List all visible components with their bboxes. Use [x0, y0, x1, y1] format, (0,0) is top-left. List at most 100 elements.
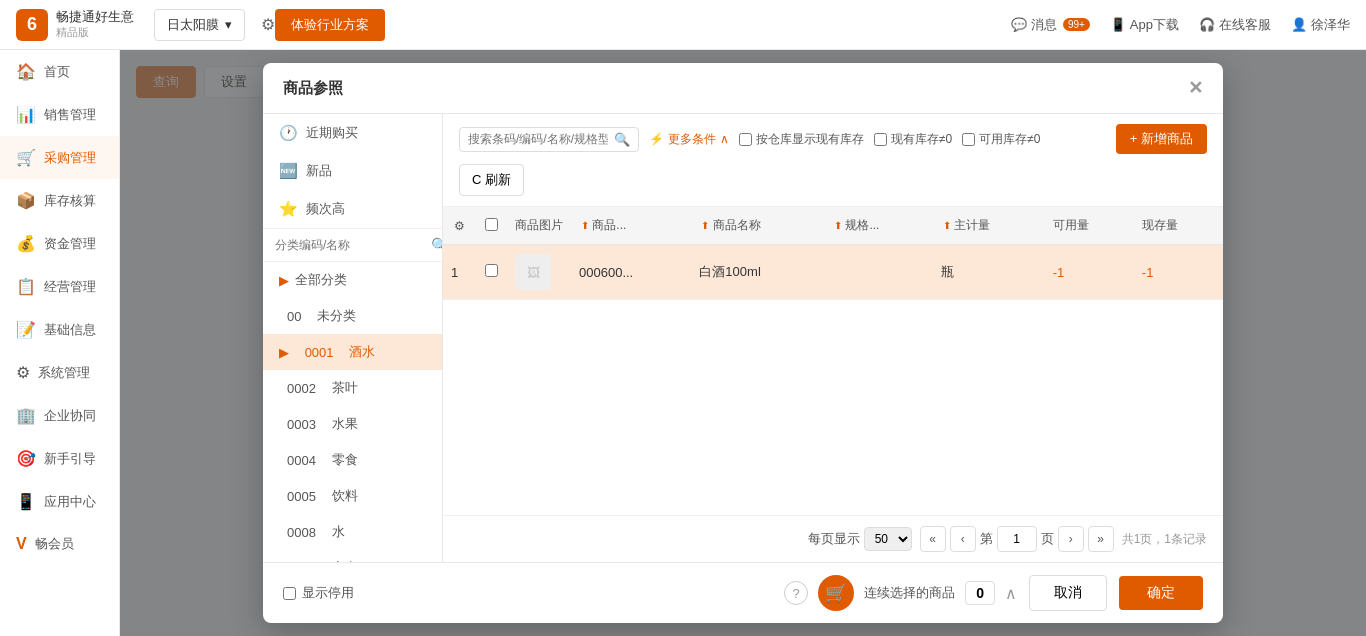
check-warehouse-stock[interactable]: 按仓库显示现有库存 [739, 131, 864, 148]
th-spec: ⬆ 规格... [824, 207, 933, 245]
cat-item-0[interactable]: 00 未分类 [263, 298, 442, 334]
cat-search-input[interactable] [275, 238, 425, 252]
customer-service-nav-item[interactable]: 🎧 在线客服 [1199, 16, 1271, 34]
chevron-up-icon: ∧ [720, 132, 729, 146]
search-box: 🔍 [459, 127, 639, 152]
message-badge: 99+ [1063, 18, 1090, 31]
member-icon: V [16, 535, 27, 553]
th-check [475, 207, 507, 245]
sidebar-item-member[interactable]: V 畅会员 [0, 523, 119, 565]
page-first-btn[interactable]: « [920, 526, 946, 552]
page-prev-btn[interactable]: ‹ [950, 526, 976, 552]
row-check[interactable] [475, 245, 507, 300]
purchase-icon: 🛒 [16, 148, 36, 167]
row-spec [824, 245, 933, 300]
th-unit: ⬆ 主计量 [933, 207, 1045, 245]
sidebar-item-sales[interactable]: 📊 销售管理 [0, 93, 119, 136]
collapse-icon[interactable]: ∧ [1005, 584, 1017, 603]
filter-icon: ⚡ [649, 132, 664, 146]
row-name: 白酒100ml [691, 245, 824, 300]
row-image: 🖼 [507, 245, 571, 300]
cat-item-1[interactable]: ▶ 0001 酒水 [263, 334, 442, 370]
help-icon[interactable]: ? [784, 581, 808, 605]
message-nav-item[interactable]: 💬 消息 99+ [1011, 16, 1090, 34]
th-image: 商品图片 [507, 207, 571, 245]
show-disabled-checkbox[interactable] [283, 587, 296, 600]
page-info: 共1页，1条记录 [1122, 531, 1207, 548]
sidebar-item-guide[interactable]: 🎯 新手引导 [0, 437, 119, 480]
chevron-down-icon: ▾ [225, 17, 232, 32]
table-row[interactable]: 1 🖼 000600... [443, 245, 1223, 300]
product-thumbnail: 🖼 [515, 254, 551, 290]
cat-item-7[interactable]: 0010 家电 [263, 550, 442, 562]
sidebar-item-purchase[interactable]: 🛒 采购管理 [0, 136, 119, 179]
th-settings: ⚙ [443, 207, 475, 245]
page-nav: « ‹ 第 页 › » [920, 526, 1114, 552]
category-panel: 🕐 近期购买 🆕 新品 ⭐ 频次高 [263, 114, 443, 562]
enterprise-icon: 🏢 [16, 406, 36, 425]
main-layout: 🏠 首页 📊 销售管理 🛒 采购管理 📦 库存核算 💰 资金管理 📋 经营管理 … [0, 50, 1366, 636]
page-next-btn[interactable]: › [1058, 526, 1084, 552]
row-num: 1 [443, 245, 475, 300]
cancel-button[interactable]: 取消 [1029, 575, 1107, 611]
sidebar-item-enterprise[interactable]: 🏢 企业协同 [0, 394, 119, 437]
app-center-icon: 📱 [16, 492, 36, 511]
nav-dropdown[interactable]: 日太阳膜 ▾ [154, 9, 245, 41]
sidebar-item-inventory[interactable]: 📦 库存核算 [0, 179, 119, 222]
sidebar-item-system[interactable]: ⚙ 系统管理 [0, 351, 119, 394]
sidebar-item-home[interactable]: 🏠 首页 [0, 50, 119, 93]
row-checkbox[interactable] [485, 264, 498, 277]
check-available-stock[interactable]: 可用库存≠0 [962, 131, 1040, 148]
mobile-icon: 📱 [1110, 17, 1126, 32]
app-download-nav-item[interactable]: 📱 App下载 [1110, 16, 1179, 34]
modal-footer: 显示停用 ? 🛒 连续选择的商品 0 ∧ 取消 确定 [263, 562, 1223, 623]
sidebar-item-basic-info[interactable]: 📝 基础信息 [0, 308, 119, 351]
cart-icon: 🛒 [825, 582, 847, 604]
cat-search-icon[interactable]: 🔍 [431, 237, 443, 253]
refresh-button[interactable]: C 刷新 [459, 164, 524, 196]
sidebar-item-finance[interactable]: 💰 资金管理 [0, 222, 119, 265]
sales-icon: 📊 [16, 105, 36, 124]
settings-icon[interactable]: ⚙ [454, 219, 465, 233]
guide-icon: 🎯 [16, 449, 36, 468]
check-current-stock[interactable]: 现有库存≠0 [874, 131, 952, 148]
experience-button[interactable]: 体验行业方案 [275, 9, 385, 41]
more-conditions-btn[interactable]: ⚡ 更多条件 ∧ [649, 131, 729, 148]
cart-button[interactable]: 🛒 [818, 575, 854, 611]
cat-item-6[interactable]: 0008 水 [263, 514, 442, 550]
search-icon[interactable]: 🔍 [614, 132, 630, 147]
cat-freq-btn[interactable]: ⭐ 频次高 [263, 190, 442, 228]
show-disabled-check[interactable]: 显示停用 [283, 584, 354, 602]
logo-name: 畅捷通好生意 [56, 9, 134, 26]
current-stock-checkbox[interactable] [874, 133, 887, 146]
cat-item-5[interactable]: 0005 饮料 [263, 478, 442, 514]
sidebar-item-label: 经营管理 [44, 278, 96, 296]
page-last-btn[interactable]: » [1088, 526, 1114, 552]
cat-new-btn[interactable]: 🆕 新品 [263, 152, 442, 190]
cat-item-all[interactable]: ▶ 全部分类 [263, 262, 442, 298]
page-number-input[interactable] [997, 526, 1037, 552]
cat-recent-btn[interactable]: 🕐 近期购买 [263, 114, 442, 152]
cat-item-3[interactable]: 0003 水果 [263, 406, 442, 442]
confirm-button[interactable]: 确定 [1119, 576, 1203, 610]
available-stock-checkbox[interactable] [962, 133, 975, 146]
logo-sub: 精品版 [56, 25, 134, 40]
modal-title: 商品参照 [283, 79, 343, 98]
home-icon: 🏠 [16, 62, 36, 81]
cat-item-2[interactable]: 0002 茶叶 [263, 370, 442, 406]
warehouse-stock-checkbox[interactable] [739, 133, 752, 146]
per-page-dropdown[interactable]: 50 [864, 527, 912, 551]
product-search-input[interactable] [468, 132, 608, 146]
sidebar-item-operation[interactable]: 📋 经营管理 [0, 265, 119, 308]
gear-icon[interactable]: ⚙ [261, 15, 275, 34]
select-all-checkbox[interactable] [485, 218, 498, 231]
logo-icon: 6 [16, 9, 48, 41]
add-product-button[interactable]: + 新增商品 [1116, 124, 1207, 154]
modal-close-button[interactable]: ✕ [1188, 77, 1203, 99]
pagination-bar: 每页显示 50 « ‹ 第 页 › » [443, 515, 1223, 562]
cat-item-4[interactable]: 0004 零食 [263, 442, 442, 478]
cat-active-arrow: ▶ [279, 345, 289, 360]
recent-icon: 🕐 [279, 124, 298, 142]
sidebar-item-app-center[interactable]: 📱 应用中心 [0, 480, 119, 523]
user-nav-item[interactable]: 👤 徐泽华 [1291, 16, 1350, 34]
